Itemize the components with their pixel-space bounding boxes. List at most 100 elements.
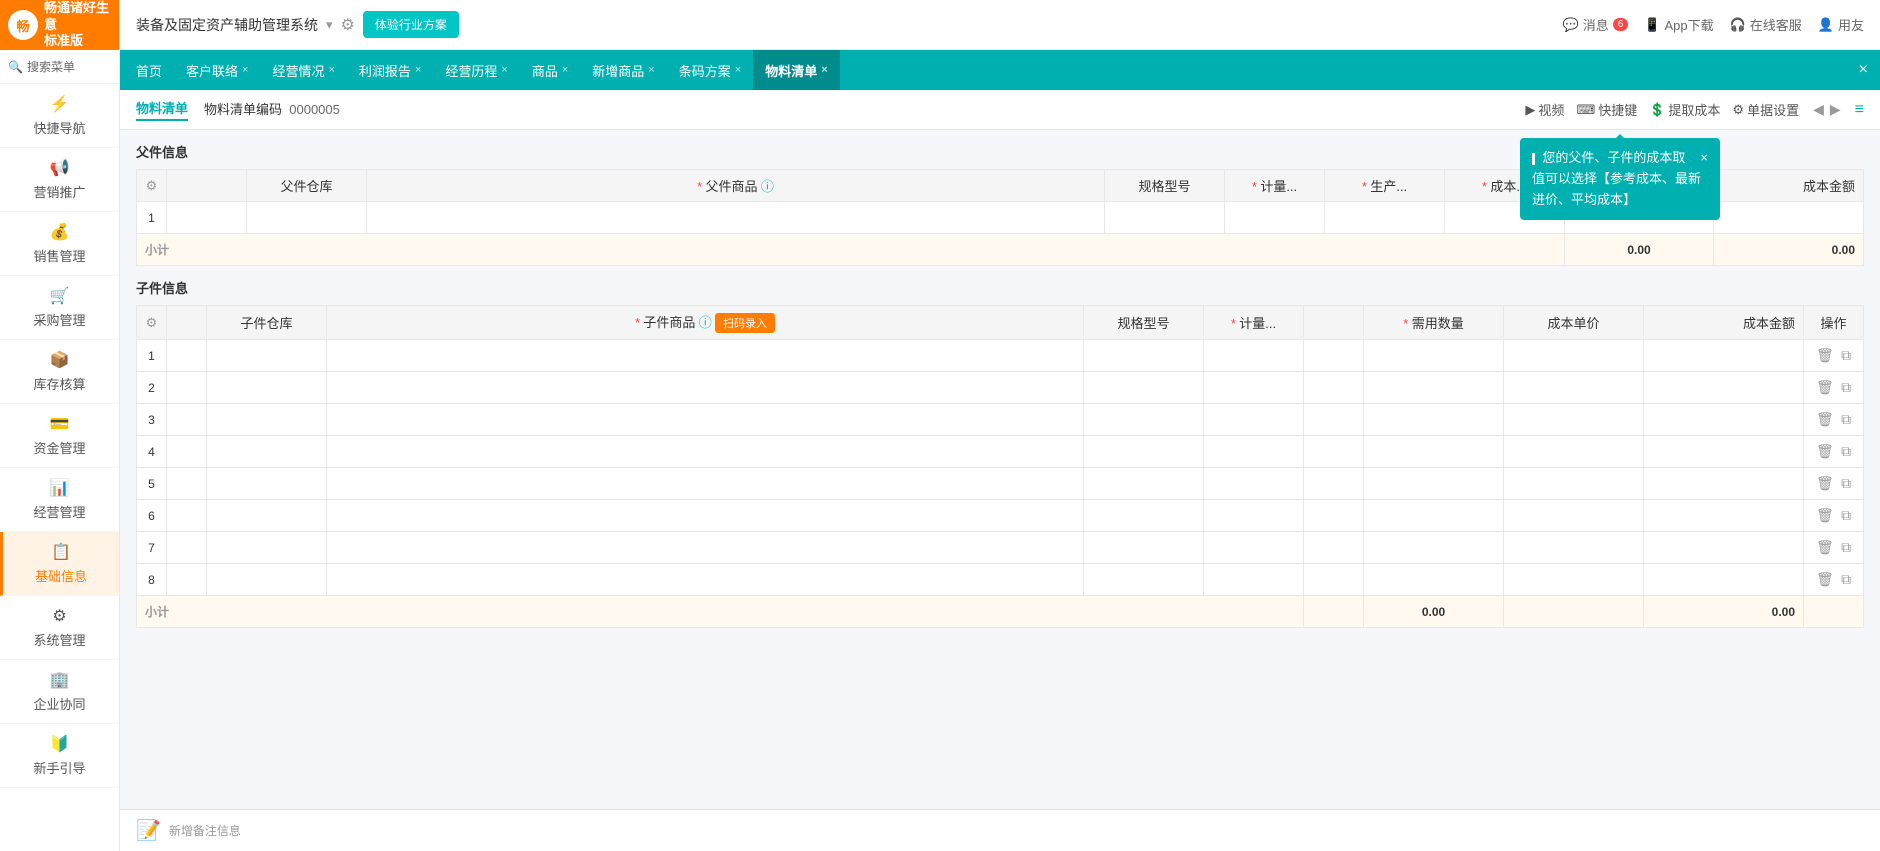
next-arrow[interactable]: ▶ (1828, 99, 1843, 120)
child-row-qty[interactable] (1364, 372, 1504, 404)
parent-row-production[interactable] (1325, 202, 1445, 234)
child-row-qty[interactable] (1364, 500, 1504, 532)
tab-barcode[interactable]: 条码方案 × (667, 50, 753, 90)
sidebar-item-system[interactable]: ⚙ 系统管理 (0, 596, 119, 660)
tab-new-goods-close[interactable]: × (648, 64, 654, 76)
delete-icon[interactable]: 🗑 (1816, 443, 1834, 459)
child-row-warehouse[interactable] (207, 468, 327, 500)
child-row-unit-cost[interactable] (1504, 564, 1644, 596)
sidebar-search[interactable]: 🔍 搜索菜单 (0, 50, 119, 84)
child-row-unit-cost[interactable] (1504, 404, 1644, 436)
child-row-unit-cost[interactable] (1504, 372, 1644, 404)
child-row-unit-cost[interactable] (1504, 500, 1644, 532)
child-row-unit[interactable] (1204, 564, 1304, 596)
cost-btn[interactable]: 💲 提取成本 (1649, 100, 1720, 119)
delete-icon[interactable]: 🗑 (1816, 475, 1834, 491)
child-row-spec[interactable] (1084, 532, 1204, 564)
gear-icon[interactable]: ⚙ (146, 178, 158, 193)
child-row-product[interactable] (327, 564, 1084, 596)
tab-goods[interactable]: 商品 × (520, 50, 580, 90)
child-row-product[interactable] (327, 532, 1084, 564)
child-row-unit[interactable] (1204, 340, 1304, 372)
delete-icon[interactable]: 🗑 (1816, 507, 1834, 523)
close-all-tabs[interactable]: × (1851, 61, 1876, 79)
copy-icon[interactable]: ⧉ (1841, 571, 1851, 587)
child-row-spec[interactable] (1084, 340, 1204, 372)
tab-operations-close[interactable]: × (328, 64, 334, 76)
sidebar-item-inventory[interactable]: 📦 库存核算 (0, 340, 119, 404)
child-row-warehouse[interactable] (207, 404, 327, 436)
child-row-product[interactable] (327, 372, 1084, 404)
child-row-qty[interactable] (1364, 404, 1504, 436)
parent-row-product[interactable] (367, 202, 1105, 234)
sidebar-item-guide[interactable]: 🔰 新手引导 (0, 724, 119, 788)
trial-button[interactable]: 体验行业方案 (363, 11, 459, 38)
child-row-qty[interactable] (1364, 468, 1504, 500)
sidebar-item-enterprise[interactable]: 🏢 企业协同 (0, 660, 119, 724)
child-row-qty[interactable] (1364, 436, 1504, 468)
parent-row-unit[interactable] (1225, 202, 1325, 234)
child-row-unit-cost[interactable] (1504, 436, 1644, 468)
sidebar-item-sales[interactable]: 💰 销售管理 (0, 212, 119, 276)
child-row-spec[interactable] (1084, 372, 1204, 404)
child-row-unit[interactable] (1204, 468, 1304, 500)
copy-icon[interactable]: ⧉ (1841, 411, 1851, 427)
child-row-product[interactable] (327, 468, 1084, 500)
child-row-unit[interactable] (1204, 404, 1304, 436)
child-row-spec[interactable] (1084, 564, 1204, 596)
delete-icon[interactable]: 🗑 (1816, 571, 1834, 587)
parent-row-warehouse[interactable] (247, 202, 367, 234)
video-btn[interactable]: ▶ 视频 (1525, 100, 1564, 119)
sidebar-item-operations[interactable]: 📊 经营管理 (0, 468, 119, 532)
child-row-warehouse[interactable] (207, 436, 327, 468)
tab-profit-close[interactable]: × (415, 64, 421, 76)
child-row-unit-cost[interactable] (1504, 468, 1644, 500)
tooltip-close-btn[interactable]: × (1700, 148, 1708, 169)
prev-arrow[interactable]: ◀ (1811, 99, 1826, 120)
child-row-unit-cost[interactable] (1504, 340, 1644, 372)
child-row-unit[interactable] (1204, 436, 1304, 468)
sidebar-item-finance[interactable]: 💳 资金管理 (0, 404, 119, 468)
shortcuts-btn[interactable]: ⌨ 快捷键 (1576, 100, 1637, 119)
bottom-bar-hint[interactable]: 新增备注信息 (169, 822, 241, 839)
child-row-warehouse[interactable] (207, 500, 327, 532)
child-row-product[interactable] (327, 404, 1084, 436)
child-row-product[interactable] (327, 500, 1084, 532)
child-row-unit[interactable] (1204, 500, 1304, 532)
grid-view-icon[interactable]: ≡ (1855, 101, 1864, 119)
child-row-product[interactable] (327, 340, 1084, 372)
delete-icon[interactable]: 🗑 (1816, 411, 1834, 427)
tab-new-goods[interactable]: 新增商品 × (580, 50, 666, 90)
delete-icon[interactable]: 🗑 (1816, 539, 1834, 555)
tab-history[interactable]: 经营历程 × (433, 50, 519, 90)
child-row-warehouse[interactable] (207, 564, 327, 596)
sidebar-item-quick-nav[interactable]: ⚡ 快捷导航 (0, 84, 119, 148)
sidebar-item-purchase[interactable]: 🛒 采购管理 (0, 276, 119, 340)
online-service-btn[interactable]: 🎧 在线客服 (1730, 15, 1802, 34)
delete-icon[interactable]: 🗑 (1816, 379, 1834, 395)
child-row-qty[interactable] (1364, 532, 1504, 564)
sidebar-item-marketing[interactable]: 📢 营销推广 (0, 148, 119, 212)
tab-home[interactable]: 首页 (124, 50, 174, 90)
child-row-warehouse[interactable] (207, 532, 327, 564)
child-row-unit-cost[interactable] (1504, 532, 1644, 564)
child-row-warehouse[interactable] (207, 372, 327, 404)
sub-tab-bom-code[interactable]: 物料清单编码 0000005 (204, 99, 340, 120)
sub-tab-bom-list[interactable]: 物料清单 (136, 98, 188, 121)
settings-icon[interactable]: ⚙ (341, 15, 355, 35)
scan-input-btn[interactable]: 扫码录入 (715, 313, 775, 333)
child-row-spec[interactable] (1084, 436, 1204, 468)
child-row-warehouse[interactable] (207, 340, 327, 372)
child-row-qty[interactable] (1364, 564, 1504, 596)
app-download-btn[interactable]: 📱 App下载 (1644, 15, 1713, 34)
message-btn[interactable]: 💬 消息 6 (1563, 15, 1629, 34)
sidebar-item-basic-info[interactable]: 📋 基础信息 (0, 532, 119, 596)
copy-icon[interactable]: ⧉ (1841, 507, 1851, 523)
child-row-unit[interactable] (1204, 532, 1304, 564)
child-row-product[interactable] (327, 436, 1084, 468)
user-btn[interactable]: 👤 用友 (1818, 15, 1864, 34)
copy-icon[interactable]: ⧉ (1841, 539, 1851, 555)
child-gear-icon[interactable]: ⚙ (146, 315, 158, 330)
child-row-qty[interactable] (1364, 340, 1504, 372)
tab-profit[interactable]: 利润报告 × (347, 50, 433, 90)
